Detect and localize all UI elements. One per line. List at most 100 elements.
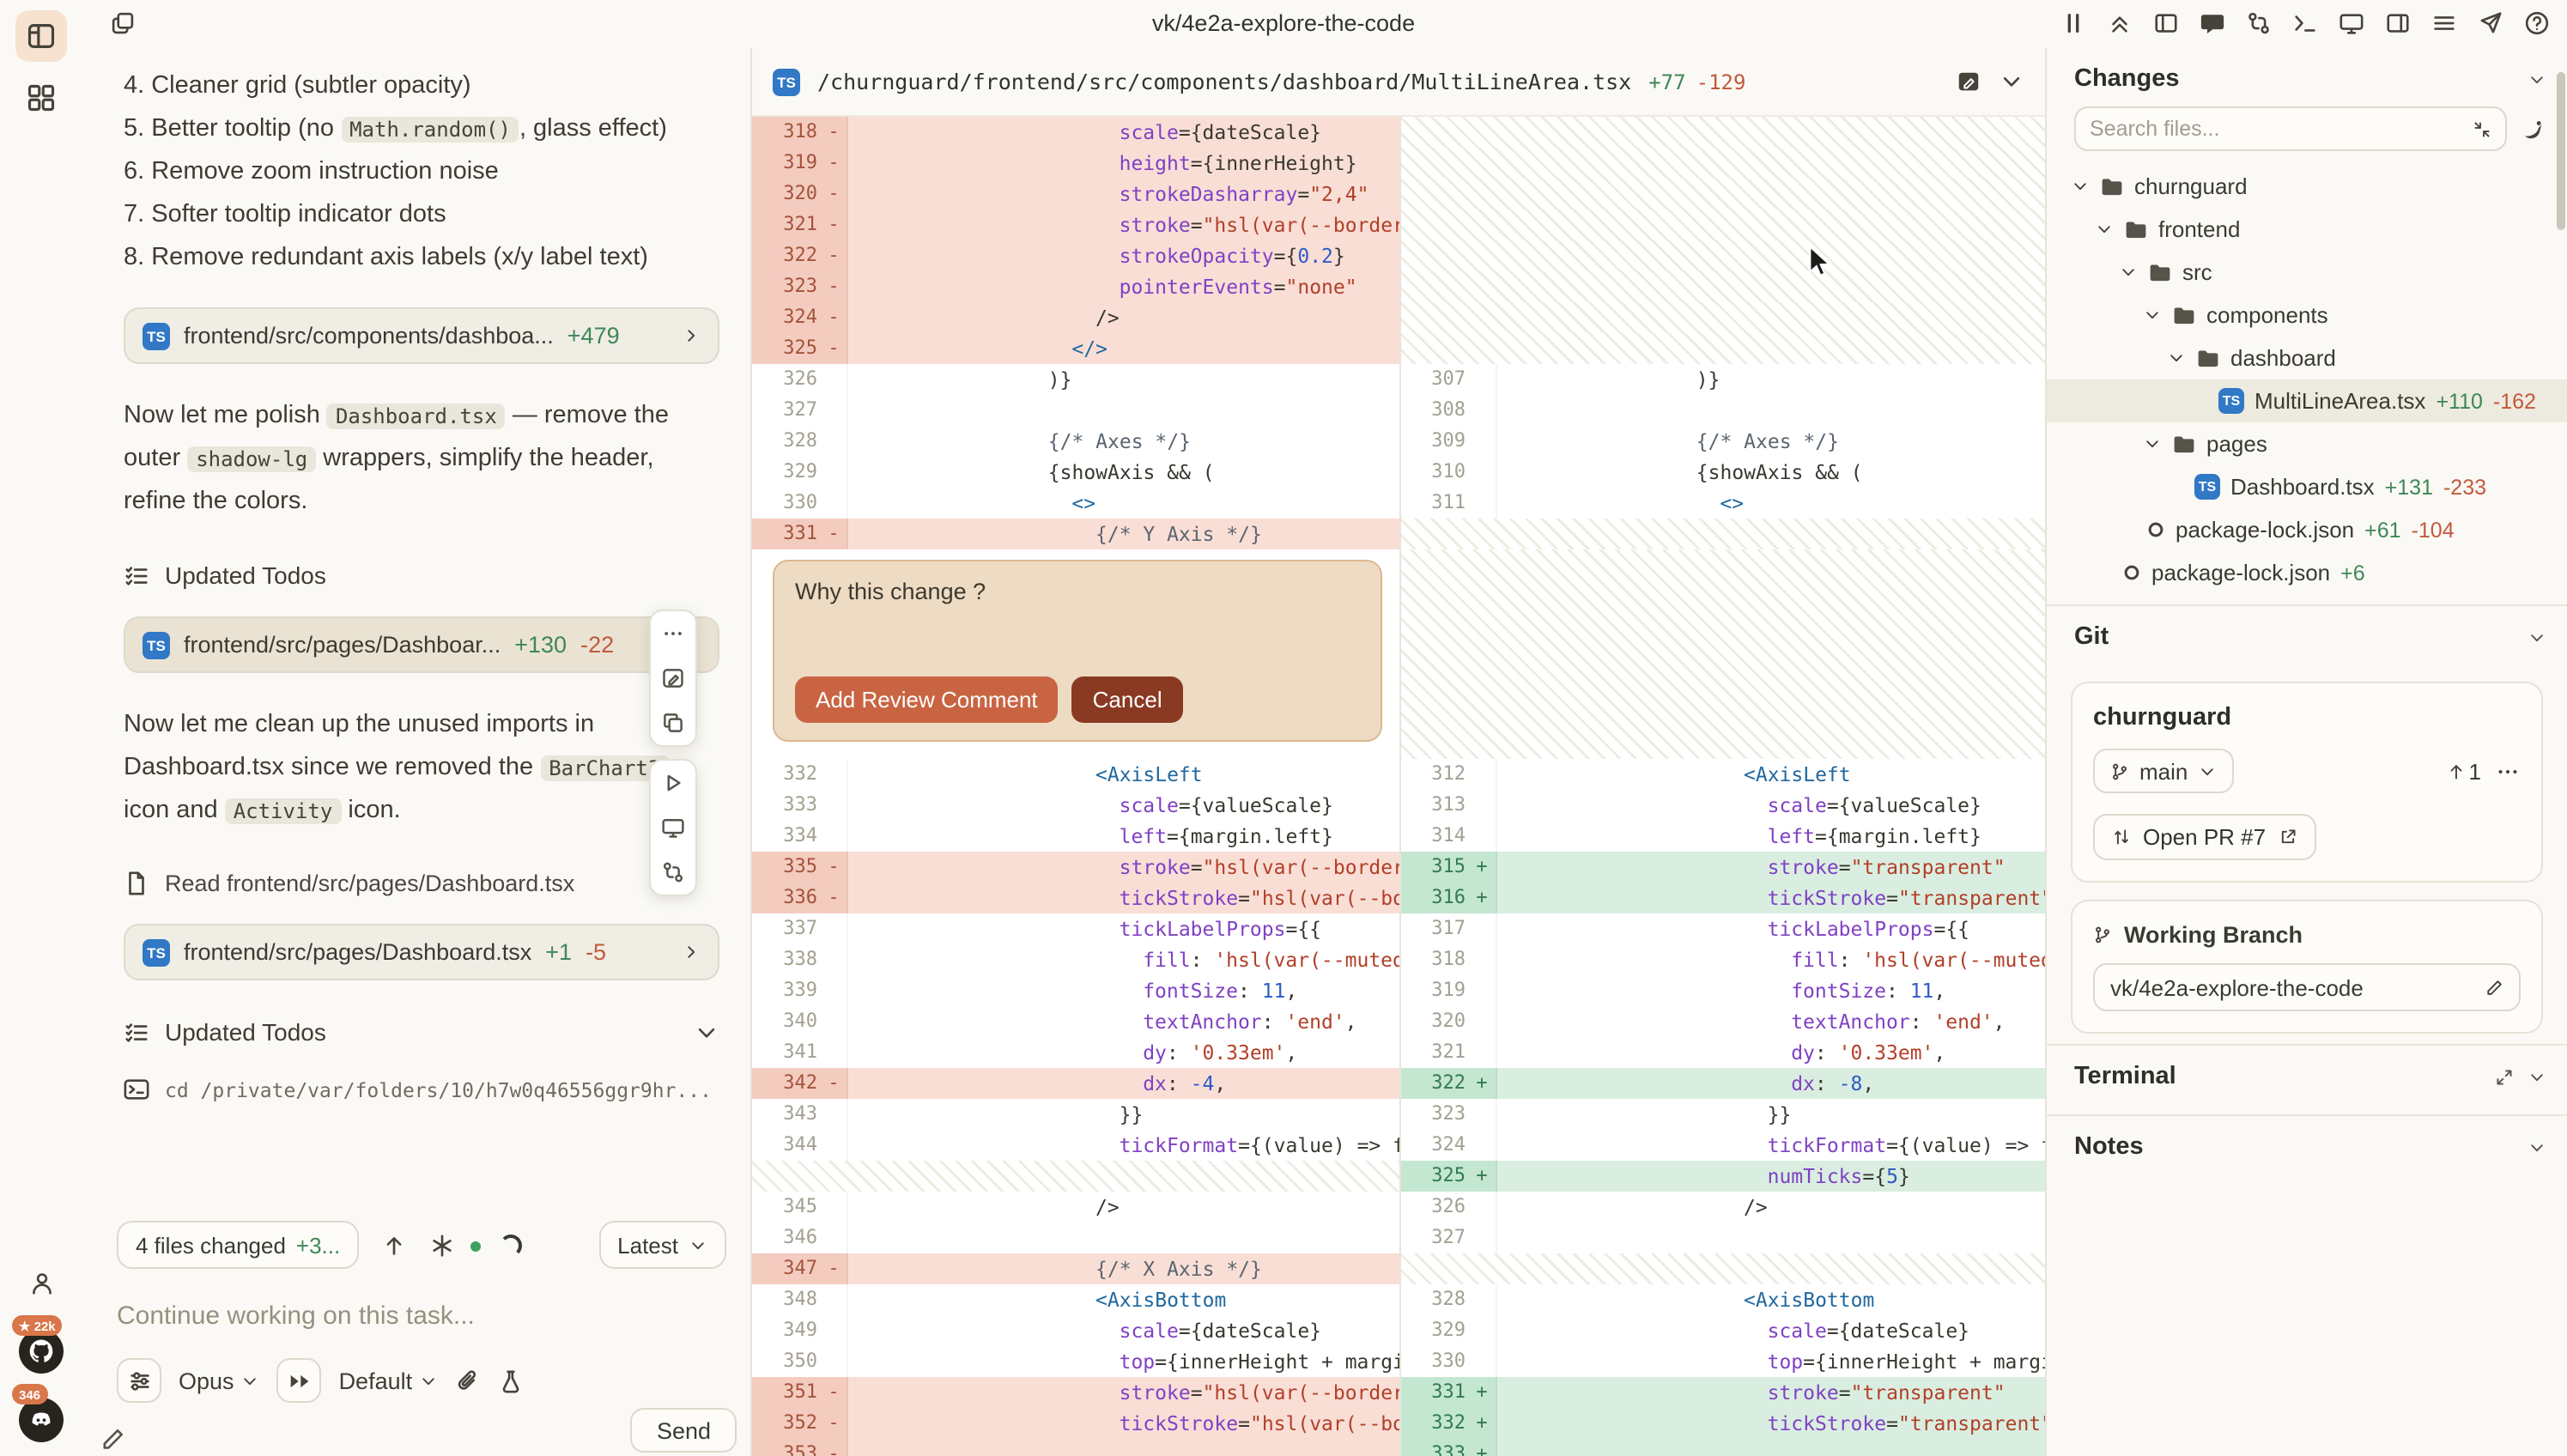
diff-line-old[interactable]: 330<> (752, 488, 1399, 519)
bird-icon[interactable] (2521, 116, 2546, 142)
file-change-chip[interactable]: TSfrontend/src/components/dashboa...+479 (124, 307, 719, 364)
file-change-chip[interactable]: TSfrontend/src/pages/Dashboar...+130-22 (124, 616, 719, 673)
chevron-down-icon[interactable] (2143, 434, 2162, 453)
line-number[interactable]: 346 (752, 1222, 821, 1253)
diff-line-old[interactable]: 339fontSize: 11, (752, 975, 1399, 1006)
diff-line-old[interactable]: 346 (752, 1222, 1399, 1253)
line-number[interactable]: 317 (1400, 913, 1469, 944)
line-number[interactable]: 324 (1400, 1130, 1469, 1161)
branch-dropdown[interactable]: main (2093, 749, 2234, 793)
tree-item[interactable]: package-lock.json+61-104 (2047, 508, 2567, 551)
diff-line-new[interactable]: 310{showAxis && ( (1399, 457, 2045, 488)
line-number[interactable]: 326 (1400, 1192, 1469, 1222)
diff-line-new[interactable]: 313scale={valueScale} (1399, 790, 2045, 821)
tree-item[interactable]: components (2047, 294, 2567, 337)
line-number[interactable]: 353 (752, 1439, 821, 1456)
diff-line-new[interactable]: 333+ (1399, 1439, 2045, 1456)
read-file-row[interactable]: Read frontend/src/pages/Dashboard.tsx (124, 871, 719, 896)
diff-line-new[interactable]: 311<> (1399, 488, 2045, 519)
search-input[interactable] (2090, 117, 2462, 141)
chevron-down-icon[interactable] (1999, 69, 2024, 94)
tree-item[interactable]: dashboard (2047, 337, 2567, 379)
line-number[interactable]: 350 (752, 1346, 821, 1377)
diff-line-old[interactable]: 325-</> (752, 333, 1399, 364)
file-change-chip[interactable]: TSfrontend/src/pages/Dashboard.tsx+1-5 (124, 924, 719, 980)
diff-line-old[interactable]: 328{/* Axes */} (752, 426, 1399, 457)
expand-icon[interactable] (2495, 1067, 2514, 1086)
diff-line-old[interactable]: 331-{/* Y Axis */} (752, 519, 1399, 549)
line-number[interactable]: 332 (752, 759, 821, 790)
line-number[interactable]: 314 (1400, 821, 1469, 852)
diff-line-new[interactable]: 324tickFormat={(value) => f (1399, 1130, 2045, 1161)
diff-line-new[interactable]: 321dy: '0.33em', (1399, 1037, 2045, 1068)
line-number[interactable]: 327 (1400, 1222, 1469, 1253)
search-files-box[interactable] (2074, 106, 2507, 151)
diff-line-old[interactable]: 338fill: 'hsl(var(--muted (752, 944, 1399, 975)
line-number[interactable]: 322 (1400, 1068, 1469, 1099)
chevron-down-icon[interactable] (2528, 628, 2546, 646)
line-number[interactable]: 320 (752, 179, 821, 209)
version-dropdown[interactable]: Latest (598, 1221, 726, 1269)
updated-todos-row[interactable]: Updated Todos (124, 1018, 719, 1046)
diff-line-old[interactable]: 349scale={dateScale} (752, 1315, 1399, 1346)
panel-left-icon[interactable] (2153, 10, 2179, 36)
model-dropdown[interactable]: Opus (179, 1368, 260, 1393)
scrollbar[interactable] (2557, 72, 2565, 230)
collapse-all-icon[interactable] (2107, 10, 2133, 36)
chevron-down-icon[interactable] (2528, 70, 2546, 88)
pencil-icon[interactable] (100, 1427, 125, 1453)
notes-section-header[interactable]: Notes (2047, 1116, 2567, 1174)
line-number[interactable]: 318 (752, 117, 821, 148)
diff-line-old[interactable]: 332<AxisLeft (752, 759, 1399, 790)
terminal-section-header[interactable]: Terminal (2047, 1046, 2567, 1104)
line-number[interactable]: 337 (752, 913, 821, 944)
diff-line-new[interactable]: 319fontSize: 11, (1399, 975, 2045, 1006)
diff-line-new[interactable]: 317tickLabelProps={{ (1399, 913, 2045, 944)
more-options-icon[interactable] (661, 622, 685, 646)
diff-line-new[interactable]: 307)} (1399, 364, 2045, 395)
line-number[interactable]: 338 (752, 944, 821, 975)
diff-line-old[interactable]: 340textAnchor: 'end', (752, 1006, 1399, 1037)
line-number[interactable]: 319 (752, 148, 821, 179)
line-number[interactable]: 322 (752, 240, 821, 271)
line-number[interactable]: 311 (1400, 488, 1469, 519)
mode-dropdown[interactable]: Default (339, 1368, 439, 1393)
pencil-icon[interactable] (2485, 978, 2503, 997)
line-number[interactable]: 315 (1400, 852, 1469, 883)
line-number[interactable]: 328 (752, 426, 821, 457)
sparkle-icon[interactable] (429, 1232, 455, 1258)
pause-icon[interactable] (2060, 10, 2086, 36)
diff-line-new[interactable]: 314left={margin.left} (1399, 821, 2045, 852)
diff-compare-icon[interactable] (661, 860, 685, 884)
diff-line-new[interactable]: 320textAnchor: 'end', (1399, 1006, 2045, 1037)
tree-item[interactable]: TSDashboard.tsx+131-233 (2047, 465, 2567, 508)
diff-line-old[interactable]: 351-stroke="hsl(var(--border (752, 1377, 1399, 1408)
line-number[interactable]: 329 (1400, 1315, 1469, 1346)
chevron-down-icon[interactable] (2119, 263, 2138, 282)
line-number[interactable]: 339 (752, 975, 821, 1006)
cancel-button[interactable]: Cancel (1072, 676, 1183, 723)
help-icon[interactable] (2524, 10, 2550, 36)
shrink-icon[interactable] (2473, 119, 2491, 138)
files-changed-button[interactable]: 4 files changed +3... (117, 1221, 359, 1269)
chevron-down-icon[interactable] (2167, 349, 2186, 367)
line-number[interactable]: 335 (752, 852, 821, 883)
line-number[interactable]: 325 (1400, 1161, 1469, 1192)
tree-item[interactable]: package-lock.json+6 (2047, 551, 2567, 594)
line-number[interactable]: 336 (752, 883, 821, 913)
copy-icon[interactable] (661, 711, 685, 735)
diff-line-old[interactable]: 345/> (752, 1192, 1399, 1222)
diff-line-new[interactable]: 308 (1399, 395, 2045, 426)
diff-line-new[interactable]: 322+dx: -8, (1399, 1068, 2045, 1099)
tree-item[interactable]: src (2047, 251, 2567, 294)
line-number[interactable]: 327 (752, 395, 821, 426)
diff-line-new[interactable]: 330top={innerHeight + margi (1399, 1346, 2045, 1377)
add-review-comment-button[interactable]: Add Review Comment (795, 676, 1059, 723)
line-number[interactable]: 345 (752, 1192, 821, 1222)
line-number[interactable]: 321 (1400, 1037, 1469, 1068)
line-number[interactable]: 313 (1400, 790, 1469, 821)
line-number[interactable]: 329 (752, 457, 821, 488)
line-number[interactable]: 312 (1400, 759, 1469, 790)
diff-line-new[interactable]: 331+stroke="transparent" (1399, 1377, 2045, 1408)
review-edit-icon[interactable] (1956, 69, 1981, 94)
